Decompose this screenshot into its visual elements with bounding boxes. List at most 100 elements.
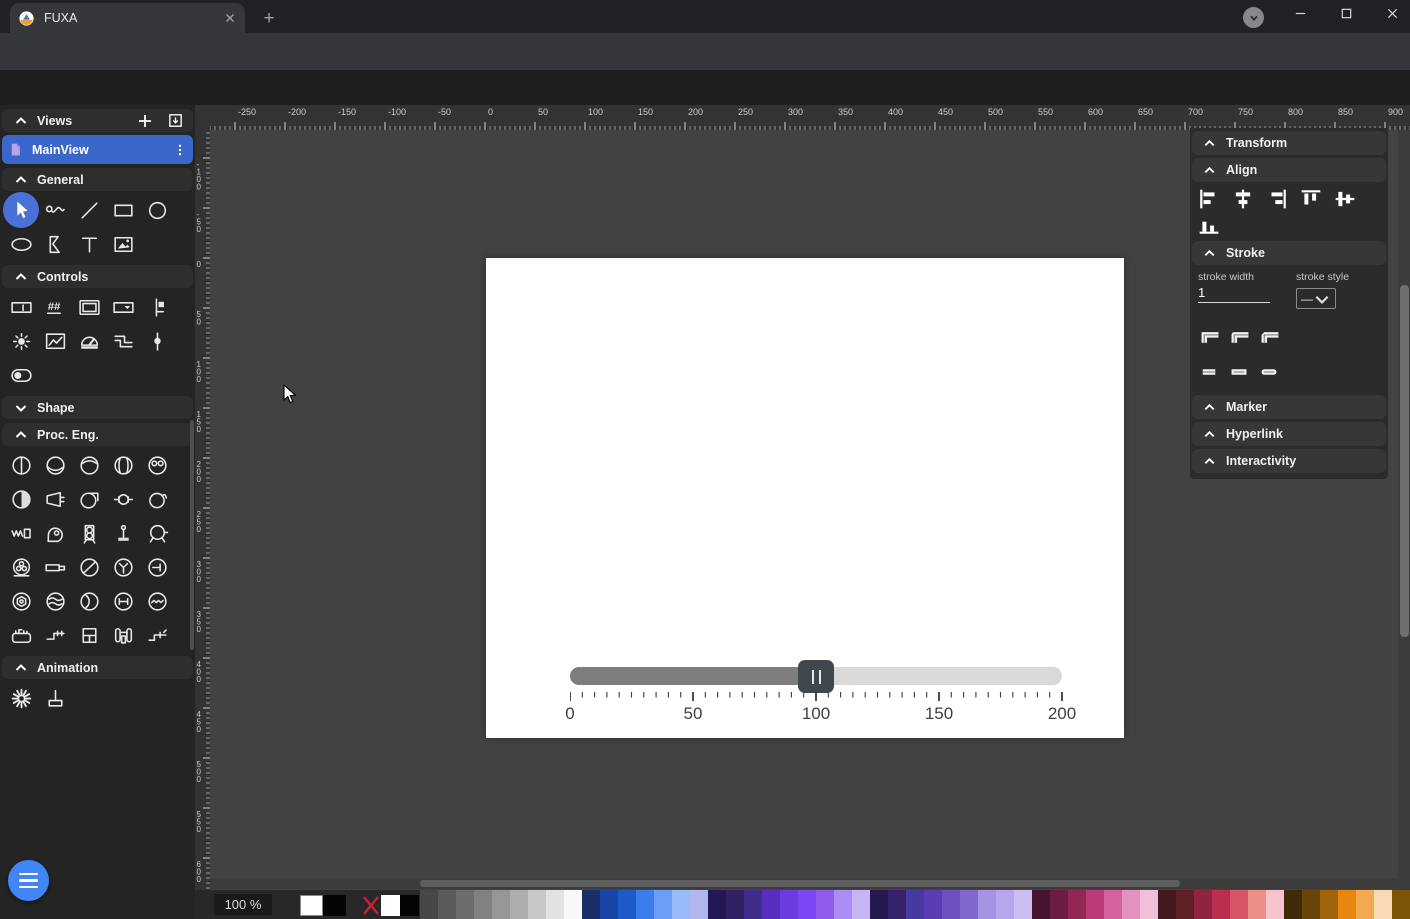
palette-swatch[interactable] xyxy=(1122,890,1140,919)
palette-swatch[interactable] xyxy=(924,890,942,919)
stroke-style-select[interactable]: — xyxy=(1296,288,1336,309)
palette-swatch[interactable] xyxy=(600,890,618,919)
tool-pointer[interactable] xyxy=(3,192,39,228)
line-join-bevel-icon[interactable] xyxy=(1258,327,1280,349)
align-bottom-icon[interactable] xyxy=(1198,214,1220,236)
view-menu-kebab-icon[interactable] xyxy=(173,143,187,157)
section-controls-header[interactable]: Controls xyxy=(2,265,193,288)
palette-swatch[interactable] xyxy=(978,890,996,919)
tool-flag[interactable] xyxy=(38,681,72,715)
tool-pipe-assembly[interactable] xyxy=(140,618,174,652)
palette-swatch[interactable] xyxy=(942,890,960,919)
tool-button[interactable] xyxy=(140,290,174,324)
palette-swatch[interactable] xyxy=(546,890,564,919)
tool-select[interactable] xyxy=(106,290,140,324)
fill-color-swatch[interactable] xyxy=(300,895,323,916)
window-minimize-button[interactable] xyxy=(1283,0,1317,26)
black-color-swatch[interactable] xyxy=(400,895,419,916)
view-item-mainview[interactable]: MainView xyxy=(2,135,193,164)
section-animation-header[interactable]: Animation xyxy=(2,656,193,679)
palette-swatch[interactable] xyxy=(582,890,600,919)
palette-swatch[interactable] xyxy=(1176,890,1194,919)
palette-swatch[interactable] xyxy=(1320,890,1338,919)
drawing-canvas[interactable]: 0 50 100 150 200 xyxy=(486,258,1124,738)
transform-section-header[interactable]: Transform xyxy=(1192,131,1386,155)
white-color-swatch[interactable] xyxy=(381,895,400,916)
browser-tab[interactable]: FUXA xyxy=(10,3,245,33)
palette-swatch[interactable] xyxy=(1392,890,1410,919)
new-tab-button[interactable]: + xyxy=(258,8,280,30)
palette-swatch[interactable] xyxy=(708,890,726,919)
stroke-width-input[interactable] xyxy=(1198,283,1270,303)
tool-coupling[interactable] xyxy=(106,584,140,618)
palette-swatch[interactable] xyxy=(780,890,798,919)
tool-spinner[interactable] xyxy=(4,681,38,715)
palette-swatch[interactable] xyxy=(564,890,582,919)
tool-text[interactable] xyxy=(72,227,106,261)
tool-gear-pump[interactable] xyxy=(4,584,38,618)
palette-swatch[interactable] xyxy=(1212,890,1230,919)
line-cap-butt-icon[interactable] xyxy=(1198,361,1220,383)
palette-swatch[interactable] xyxy=(438,890,456,919)
palette-swatch[interactable] xyxy=(1014,890,1032,919)
palette-swatch[interactable] xyxy=(888,890,906,919)
tab-search-icon[interactable] xyxy=(1243,7,1264,28)
palette-swatch[interactable] xyxy=(1356,890,1374,919)
section-shape-header[interactable]: Shape xyxy=(2,396,193,419)
tool-polyline[interactable] xyxy=(38,227,72,261)
tool-blower[interactable] xyxy=(72,482,106,516)
horizontal-scrollbar-thumb[interactable] xyxy=(420,880,1180,887)
align-section-header[interactable]: Align xyxy=(1192,158,1386,182)
tool-slider[interactable] xyxy=(140,324,174,358)
tool-extruder[interactable] xyxy=(38,550,72,584)
tool-motor[interactable] xyxy=(4,550,38,584)
palette-swatch[interactable] xyxy=(744,890,762,919)
palette-swatch[interactable] xyxy=(636,890,654,919)
palette-swatch[interactable] xyxy=(1230,890,1248,919)
tool-pump-tee[interactable] xyxy=(140,550,174,584)
sidebar-scrollbar[interactable] xyxy=(190,420,194,650)
align-right-icon[interactable] xyxy=(1266,188,1288,210)
align-left-icon[interactable] xyxy=(1198,188,1220,210)
tab-close-icon[interactable] xyxy=(223,11,237,25)
palette-swatch[interactable] xyxy=(1248,890,1266,919)
palette-swatch[interactable] xyxy=(1104,890,1122,919)
palette-swatch[interactable] xyxy=(762,890,780,919)
palette-swatch[interactable] xyxy=(510,890,528,919)
palette-swatch[interactable] xyxy=(870,890,888,919)
align-center-horizontal-icon[interactable] xyxy=(1232,188,1254,210)
palette-swatch[interactable] xyxy=(1050,890,1068,919)
tool-turbine[interactable] xyxy=(106,448,140,482)
tool-centrifugal-fan[interactable] xyxy=(38,516,72,550)
palette-swatch[interactable] xyxy=(798,890,816,919)
section-proc-eng-header[interactable]: Proc. Eng. xyxy=(2,423,193,446)
tool-rectangle[interactable] xyxy=(106,193,140,227)
palette-swatch[interactable] xyxy=(456,890,474,919)
line-cap-square-icon[interactable] xyxy=(1228,361,1250,383)
stroke-color-swatch[interactable] xyxy=(323,895,346,916)
palette-swatch[interactable] xyxy=(492,890,510,919)
views-header[interactable]: Views xyxy=(2,109,193,132)
tool-pipe-flange[interactable] xyxy=(38,618,72,652)
section-general-header[interactable]: General xyxy=(2,168,193,191)
vertical-scrollbar-thumb[interactable] xyxy=(1400,285,1409,637)
tool-pump-crescent[interactable] xyxy=(72,584,106,618)
palette-swatch[interactable] xyxy=(1302,890,1320,919)
tool-pump-half[interactable] xyxy=(4,482,38,516)
tool-heat-exchanger[interactable] xyxy=(106,618,140,652)
tool-image[interactable] xyxy=(106,227,140,261)
interactivity-section-header[interactable]: Interactivity xyxy=(1192,449,1386,473)
palette-swatch[interactable] xyxy=(654,890,672,919)
tool-pipe[interactable] xyxy=(106,324,140,358)
palette-swatch[interactable] xyxy=(420,890,438,919)
tool-light[interactable] xyxy=(4,324,38,358)
palette-swatch[interactable] xyxy=(1194,890,1212,919)
tool-value[interactable]: ## xyxy=(38,290,72,324)
tool-chart[interactable] xyxy=(38,324,72,358)
palette-swatch[interactable] xyxy=(996,890,1014,919)
palette-swatch[interactable] xyxy=(528,890,546,919)
tool-cone-crusher[interactable] xyxy=(38,482,72,516)
marker-section-header[interactable]: Marker xyxy=(1192,395,1386,419)
tool-switch[interactable] xyxy=(4,358,38,392)
no-color-icon[interactable] xyxy=(362,895,380,916)
